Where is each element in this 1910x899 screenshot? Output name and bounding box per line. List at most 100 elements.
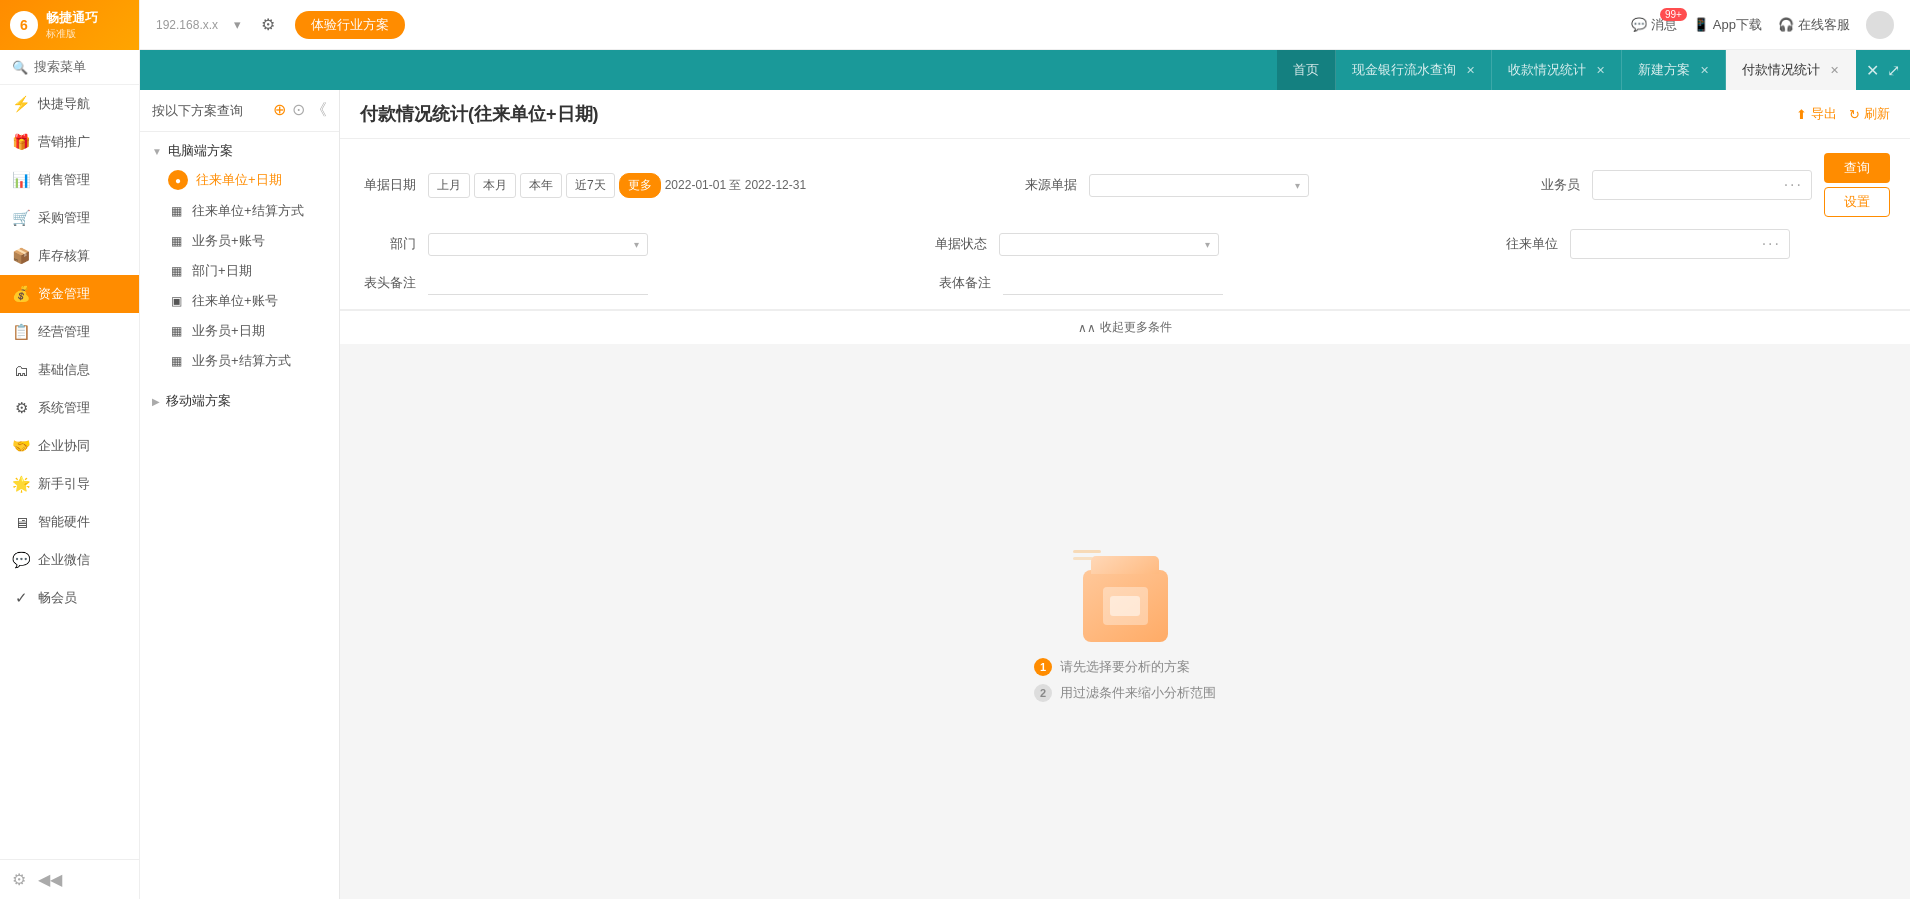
tab-receipt-stats[interactable]: 收款情况统计 ✕ xyxy=(1492,50,1622,90)
body-note-input[interactable] xyxy=(1003,271,1223,295)
sidebar-item-vip[interactable]: ✓ 畅会员 xyxy=(0,579,139,617)
sidebar-item-guide[interactable]: 🌟 新手引导 xyxy=(0,465,139,503)
tab-label-receipt-stats: 收款情况统计 xyxy=(1508,61,1586,79)
topbar-gear-icon[interactable]: ⚙ xyxy=(261,15,275,34)
sidebar-item-wechat[interactable]: 💬 企业微信 xyxy=(0,541,139,579)
collapse-label: 收起更多条件 xyxy=(1100,319,1172,336)
scheme-label-salesperson-payment: 业务员+结算方式 xyxy=(192,352,291,370)
collapse-bar[interactable]: ∧∧ 收起更多条件 xyxy=(340,310,1910,344)
trial-btn[interactable]: 体验行业方案 xyxy=(295,11,405,39)
results-area: 1 请先选择要分析的方案 2 用过滤条件来缩小分析范围 xyxy=(340,344,1910,899)
nav-label-inventory: 库存核算 xyxy=(38,247,90,265)
scheme-label-partner-account: 往来单位+账号 xyxy=(192,292,278,310)
topbar-actions: 💬 消息 99+ 📱 App下载 🎧 在线客服 xyxy=(1631,11,1894,39)
tabbar-controls: ✕ ⤢ xyxy=(1856,50,1910,90)
tab-bank-flow[interactable]: 现金银行流水查询 ✕ xyxy=(1336,50,1492,90)
export-btn[interactable]: ⬆ 导出 xyxy=(1796,105,1837,123)
dept-select[interactable]: ▾ xyxy=(428,233,648,256)
sidebar-item-purchase[interactable]: 🛒 采购管理 xyxy=(0,199,139,237)
sidebar-item-sales[interactable]: 📊 销售管理 xyxy=(0,161,139,199)
settings-icon[interactable]: ⚙ xyxy=(12,870,26,889)
nav-icon-guide: 🌟 xyxy=(12,475,30,493)
sidebar-item-system[interactable]: ⚙ 系统管理 xyxy=(0,389,139,427)
app-download-action[interactable]: 📱 App下载 xyxy=(1693,16,1762,34)
docstatus-select[interactable]: ▾ xyxy=(999,233,1219,256)
online-service-action[interactable]: 🎧 在线客服 xyxy=(1778,16,1850,34)
nav-label-operations: 经营管理 xyxy=(38,323,90,341)
collapse-sidebar-icon[interactable]: ◀◀ xyxy=(38,870,62,889)
scheme-icon-salesperson-date: ▦ xyxy=(168,323,184,339)
sidebar-item-enterprise[interactable]: 🤝 企业协同 xyxy=(0,427,139,465)
nav-label-quick-nav: 快捷导航 xyxy=(38,95,90,113)
source-select[interactable]: ▾ xyxy=(1089,174,1309,197)
scheme-icon-dept-date: ▦ xyxy=(168,263,184,279)
salesperson-dots-icon[interactable]: ··· xyxy=(1784,176,1803,194)
sidebar-item-inventory[interactable]: 📦 库存核算 xyxy=(0,237,139,275)
scheme-settings-btn[interactable]: ⊙ xyxy=(292,100,305,121)
scheme-item-partner-account[interactable]: ▣ 往来单位+账号 xyxy=(140,286,339,316)
tab-label-bank-flow: 现金银行流水查询 xyxy=(1352,61,1456,79)
tab-home[interactable]: 首页 xyxy=(1277,50,1336,90)
mobile-group-title[interactable]: ▶ 移动端方案 xyxy=(140,388,339,414)
tab-close-new-scheme[interactable]: ✕ xyxy=(1700,64,1709,77)
sidebar-item-marketing[interactable]: 🎁 营销推广 xyxy=(0,123,139,161)
this-month-btn[interactable]: 本月 xyxy=(474,173,516,198)
scheme-item-partner-payment[interactable]: ▦ 往来单位+结算方式 xyxy=(140,196,339,226)
setting-btn[interactable]: 设置 xyxy=(1824,187,1890,217)
collapse-panel-btn[interactable]: 《 xyxy=(311,100,327,121)
sidebar-item-basic-info[interactable]: 🗂 基础信息 xyxy=(0,351,139,389)
desktop-group-label: 电脑端方案 xyxy=(168,142,233,160)
sidebar-item-quick-nav[interactable]: ⚡ 快捷导航 xyxy=(0,85,139,123)
tab-close-bank-flow[interactable]: ✕ xyxy=(1466,64,1475,77)
user-avatar[interactable] xyxy=(1866,11,1894,39)
sidebar-item-finance[interactable]: 💰 资金管理 xyxy=(0,275,139,313)
messages-action[interactable]: 💬 消息 99+ xyxy=(1631,16,1677,34)
tab-close-payment-stats[interactable]: ✕ xyxy=(1830,64,1839,77)
close-all-tabs-icon[interactable]: ✕ xyxy=(1866,61,1879,80)
sidebar-nav: ⚡ 快捷导航 🎁 营销推广 📊 销售管理 🛒 采购管理 📦 库存核算 💰 资金管… xyxy=(0,85,139,859)
scheme-item-partner-date[interactable]: ● 往来单位+日期 xyxy=(140,164,339,196)
date-quick-btns: 上月 本月 本年 近7天 更多 2022-01-01 至 2022-12-31 xyxy=(428,173,806,198)
refresh-label: 刷新 xyxy=(1864,105,1890,123)
sidebar-item-hardware[interactable]: 🖥 智能硬件 xyxy=(0,503,139,541)
header-note-input[interactable] xyxy=(428,271,648,295)
active-scheme-dot: ● xyxy=(168,170,188,190)
last-7days-btn[interactable]: 近7天 xyxy=(566,173,615,198)
partner-dots-icon[interactable]: ··· xyxy=(1762,235,1781,253)
scheme-item-salesperson-date[interactable]: ▦ 业务员+日期 xyxy=(140,316,339,346)
this-year-btn[interactable]: 本年 xyxy=(520,173,562,198)
nav-icon-quick-nav: ⚡ xyxy=(12,95,30,113)
tab-new-scheme[interactable]: 新建方案✕ xyxy=(1622,50,1726,90)
scheme-icon-partner-payment: ▦ xyxy=(168,203,184,219)
scheme-panel-header: 按以下方案查询 ⊕ ⊙ 《 xyxy=(140,90,339,132)
address-dropdown-icon[interactable]: ▾ xyxy=(234,17,241,32)
partner-select[interactable]: ··· xyxy=(1570,229,1790,259)
main-content: 192.168.x.x ▾ ⚙ 体验行业方案 💬 消息 99+ 📱 App下载 … xyxy=(140,0,1910,899)
more-date-btn[interactable]: 更多 xyxy=(619,173,661,198)
scheme-item-dept-date[interactable]: ▦ 部门+日期 xyxy=(140,256,339,286)
search-menu[interactable]: 🔍 搜索菜单 xyxy=(0,50,139,85)
desktop-group-title[interactable]: ▼ 电脑端方案 xyxy=(140,138,339,164)
expand-tabs-icon[interactable]: ⤢ xyxy=(1887,61,1900,80)
tab-payment-stats[interactable]: 付款情况统计 ✕ xyxy=(1726,50,1856,90)
query-btn[interactable]: 查询 xyxy=(1824,153,1890,183)
tab-close-receipt-stats[interactable]: ✕ xyxy=(1596,64,1605,77)
nav-label-wechat: 企业微信 xyxy=(38,551,90,569)
last-month-btn[interactable]: 上月 xyxy=(428,173,470,198)
left-scheme-panel: 按以下方案查询 ⊕ ⊙ 《 ▼ 电脑端方案 ● 往来单位+日期 ▦ 往来单位+结… xyxy=(140,90,340,899)
mobile-scheme-group: ▶ 移动端方案 xyxy=(140,382,339,420)
nav-label-guide: 新手引导 xyxy=(38,475,90,493)
scheme-item-salesperson-payment[interactable]: ▦ 业务员+结算方式 xyxy=(140,346,339,376)
tab-label-payment-stats: 付款情况统计 xyxy=(1742,61,1820,79)
date-filter-label: 单据日期 xyxy=(360,176,416,194)
scheme-item-salesperson-account[interactable]: ▦ 业务员+账号 xyxy=(140,226,339,256)
refresh-btn[interactable]: ↻ 刷新 xyxy=(1849,105,1890,123)
tabbar: 首页现金银行流水查询✕收款情况统计✕新建方案✕付款情况统计✕ ✕ ⤢ xyxy=(140,50,1910,90)
sidebar-item-operations[interactable]: 📋 经营管理 xyxy=(0,313,139,351)
add-scheme-btn[interactable]: ⊕ xyxy=(273,100,286,121)
scheme-label-salesperson-account: 业务员+账号 xyxy=(192,232,265,250)
hint-text-1: 请先选择要分析的方案 xyxy=(1060,658,1190,676)
scheme-panel-title: 按以下方案查询 xyxy=(152,102,267,120)
collapse-icon: ∧∧ xyxy=(1078,321,1096,335)
salesperson-select[interactable]: ··· xyxy=(1592,170,1812,200)
